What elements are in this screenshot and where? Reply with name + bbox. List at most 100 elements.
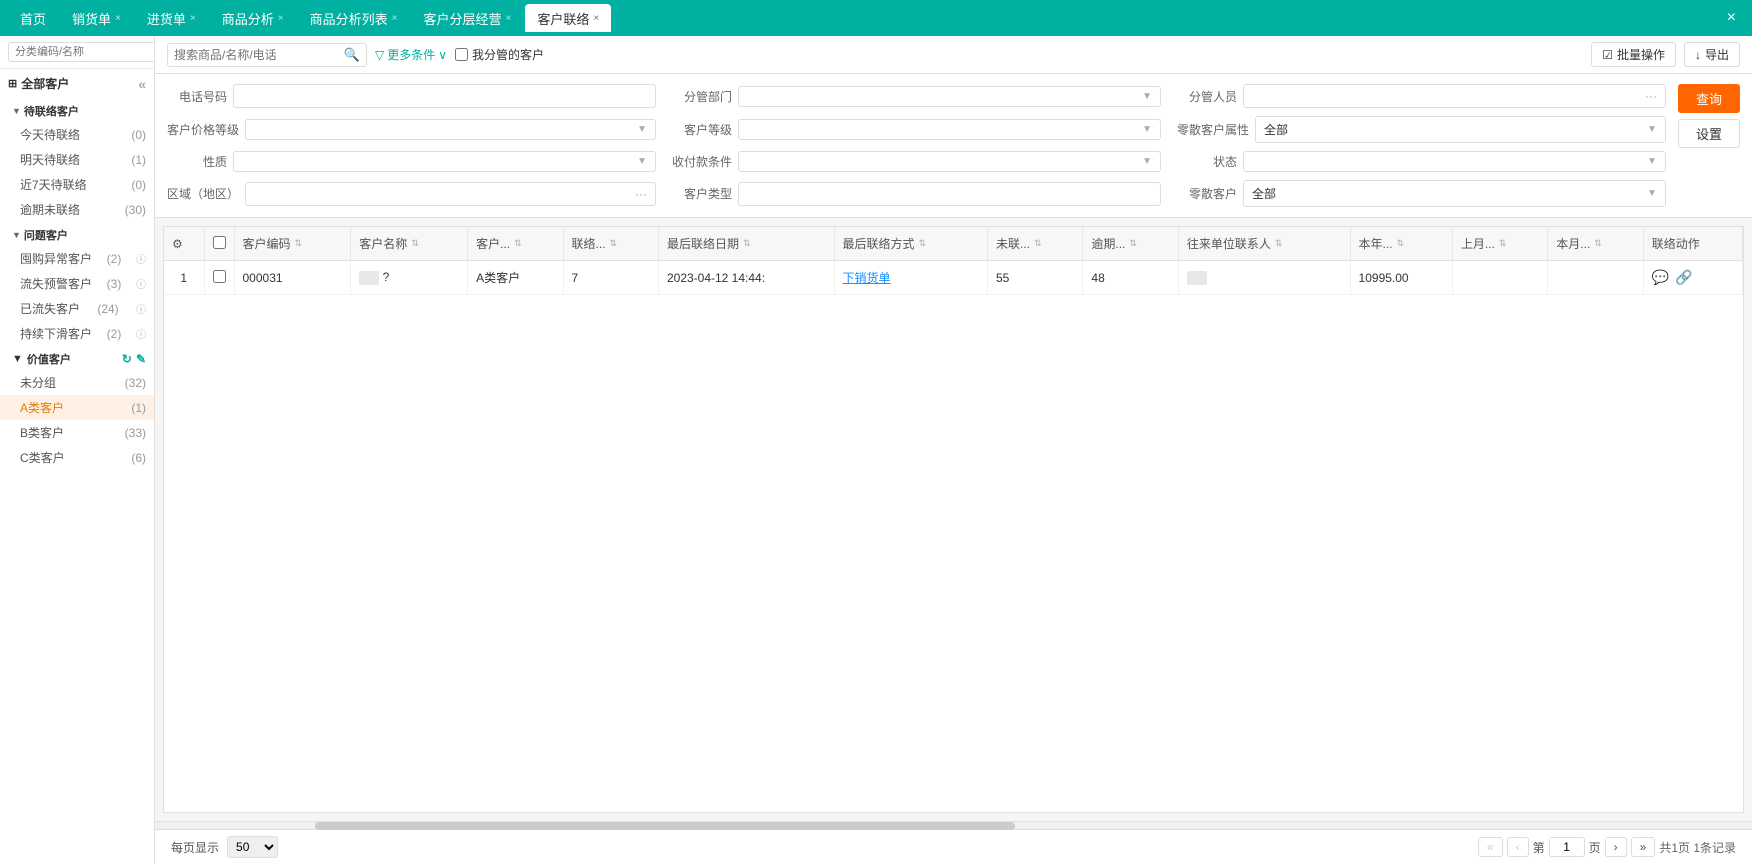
batch-op-button[interactable]: ☑ 批量操作 xyxy=(1591,42,1676,67)
last-page-btn[interactable]: » xyxy=(1631,837,1656,857)
sidebar-item-loss-warning[interactable]: 流失预警客户 (3) ⓘ xyxy=(0,271,154,296)
nav-product-list[interactable]: 商品分析列表 × xyxy=(298,4,410,32)
nav-product-list-close[interactable]: × xyxy=(392,13,398,24)
sort-no-contact-icon[interactable]: ⇅ xyxy=(1034,238,1042,249)
col-checkbox[interactable] xyxy=(204,227,234,261)
sidebar-fold-icon[interactable]: « xyxy=(138,76,146,92)
sort-code-icon[interactable]: ⇅ xyxy=(295,238,303,249)
page-input[interactable] xyxy=(1549,837,1585,857)
my-customers-checkbox[interactable] xyxy=(455,48,468,61)
select-all-checkbox[interactable] xyxy=(213,236,226,249)
sidebar-item-7days[interactable]: 近7天待联络 (0) xyxy=(0,172,154,197)
first-page-btn[interactable]: « xyxy=(1478,837,1503,857)
sort-this-year-icon[interactable]: ⇅ xyxy=(1397,238,1405,249)
sidebar-value-group[interactable]: ▼ 价值客户 ↻ ✎ xyxy=(0,346,154,370)
filter-search-icon[interactable]: 🔍 xyxy=(344,47,360,63)
filter-search-input[interactable] xyxy=(174,48,340,62)
retail-attr-select[interactable]: 全部 ▼ xyxy=(1255,116,1666,143)
row-index: 1 xyxy=(164,261,204,295)
sidebar-item-declining[interactable]: 持续下滑客户 (2) ⓘ xyxy=(0,321,154,346)
settings-button[interactable]: 设置 xyxy=(1678,119,1740,148)
sidebar-item-overdue[interactable]: 逾期未联络 (30) xyxy=(0,197,154,222)
nav-customer-segment-close[interactable]: × xyxy=(505,13,511,24)
customer-type-input[interactable] xyxy=(738,182,1161,206)
sidebar-item-hoard[interactable]: 囤购异常客户 (2) ⓘ xyxy=(0,246,154,271)
hoard-info-icon[interactable]: ⓘ xyxy=(136,251,146,266)
status-select[interactable]: ▼ xyxy=(1243,151,1666,172)
payment-select[interactable]: ▼ xyxy=(738,151,1161,172)
customer-level-select[interactable]: ▼ xyxy=(738,119,1161,140)
nav-customer-contact-close[interactable]: × xyxy=(593,13,599,24)
batch-op-label: 批量操作 xyxy=(1617,46,1665,63)
sort-name-icon[interactable]: ⇅ xyxy=(411,238,419,249)
nav-home[interactable]: 首页 xyxy=(8,4,58,32)
next-page-btn[interactable]: › xyxy=(1605,837,1627,857)
sort-type-icon[interactable]: ⇅ xyxy=(514,238,522,249)
chat-icon[interactable]: 💬 xyxy=(1652,269,1669,286)
nav-purchase[interactable]: 进货单 × xyxy=(135,4,208,32)
col-this-month-label: 本月... xyxy=(1556,235,1590,252)
nav-product-analysis[interactable]: 商品分析 × xyxy=(210,4,296,32)
sort-last-date-icon[interactable]: ⇅ xyxy=(743,238,751,249)
customer-level-arrow-icon: ▼ xyxy=(1142,124,1152,135)
sidebar-item-today[interactable]: 今天待联络 (0) xyxy=(0,122,154,147)
phone-input[interactable] xyxy=(233,84,656,108)
nav-sales-close[interactable]: × xyxy=(115,13,121,24)
sort-overdue-icon[interactable]: ⇅ xyxy=(1129,238,1137,249)
sidebar-item-lost[interactable]: 已流失客户 (24) ⓘ xyxy=(0,296,154,321)
query-button[interactable]: 查询 xyxy=(1678,84,1740,113)
sidebar-search-input[interactable] xyxy=(8,42,155,62)
col-name: 客户名称 ⇅ xyxy=(351,227,468,261)
more-conditions-btn[interactable]: ▽ 更多条件 ∨ xyxy=(375,46,447,63)
row-last-method-link[interactable]: 下销货单 xyxy=(843,271,891,285)
sort-last-month-icon[interactable]: ⇅ xyxy=(1499,238,1507,249)
nature-select[interactable]: ▼ xyxy=(233,151,656,172)
nav-sales[interactable]: 销货单 × xyxy=(60,4,133,32)
sidebar-item-c-class[interactable]: C类客户 (6) xyxy=(0,445,154,470)
nav-customer-segment[interactable]: 客户分层经营 × xyxy=(411,4,523,32)
nav-product-analysis-close[interactable]: × xyxy=(278,13,284,24)
export-button[interactable]: ↓ 导出 xyxy=(1684,42,1740,67)
sort-contact-person-icon[interactable]: ⇅ xyxy=(1275,238,1283,249)
col-last-method: 最后联络方式 ⇅ xyxy=(834,227,987,261)
region-select[interactable]: ··· xyxy=(245,182,656,206)
sidebar-pending-group[interactable]: ▼ 待联络客户 xyxy=(0,98,154,122)
prev-page-btn[interactable]: ‹ xyxy=(1507,837,1529,857)
sort-last-method-icon[interactable]: ⇅ xyxy=(919,238,927,249)
lost-info-icon[interactable]: ⓘ xyxy=(136,301,146,316)
action-icons: 💬 🔗 xyxy=(1652,269,1734,286)
sidebar-item-b-class[interactable]: B类客户 (33) xyxy=(0,420,154,445)
sidebar-item-unclassified[interactable]: 未分组 (32) xyxy=(0,370,154,395)
link-icon[interactable]: 🔗 xyxy=(1675,269,1692,286)
row-checkbox[interactable] xyxy=(213,270,226,283)
nav-customer-contact[interactable]: 客户联络 × xyxy=(525,4,611,32)
manager-select[interactable]: ··· xyxy=(1243,84,1666,108)
loss-warning-info-icon[interactable]: ⓘ xyxy=(136,276,146,291)
sort-contact-icon[interactable]: ⇅ xyxy=(610,238,618,249)
declining-info-icon[interactable]: ⓘ xyxy=(136,326,146,341)
price-level-select[interactable]: ▼ xyxy=(245,119,656,140)
edit-icon[interactable]: ✎ xyxy=(136,352,146,366)
horizontal-scrollbar[interactable] xyxy=(155,821,1752,829)
nav-purchase-close[interactable]: × xyxy=(190,13,196,24)
sidebar-item-a-class[interactable]: A类客户 (1) xyxy=(0,395,154,420)
col-contact-person: 往来单位联系人 ⇅ xyxy=(1178,227,1350,261)
refresh-icon[interactable]: ↻ xyxy=(122,352,132,366)
sidebar-problem-group[interactable]: ▼ 问题客户 xyxy=(0,222,154,246)
dept-select[interactable]: ▼ xyxy=(738,86,1161,107)
settings-icon[interactable]: ⚙ xyxy=(172,237,183,251)
sort-this-month-icon[interactable]: ⇅ xyxy=(1594,238,1602,249)
sidebar-all-customers[interactable]: ⊞ 全部客户 « xyxy=(0,69,154,98)
per-page-select[interactable]: 50 100 200 xyxy=(227,836,278,858)
status-arrow-icon: ▼ xyxy=(1647,156,1657,167)
nav-close-all[interactable]: × xyxy=(1719,9,1744,27)
scrollbar-thumb[interactable] xyxy=(315,822,1015,830)
7days-label: 近7天待联络 xyxy=(20,176,87,193)
row-code-value: 000031 xyxy=(243,271,283,285)
sidebar-item-tomorrow[interactable]: 明天待联络 (1) xyxy=(0,147,154,172)
retail-customer-select[interactable]: 全部 ▼ xyxy=(1243,180,1666,207)
col-name-label: 客户名称 xyxy=(359,235,407,252)
col-settings[interactable]: ⚙ xyxy=(164,227,204,261)
filter-region: 区域（地区） ··· xyxy=(167,182,656,206)
unclassified-label: 未分组 xyxy=(20,374,56,391)
